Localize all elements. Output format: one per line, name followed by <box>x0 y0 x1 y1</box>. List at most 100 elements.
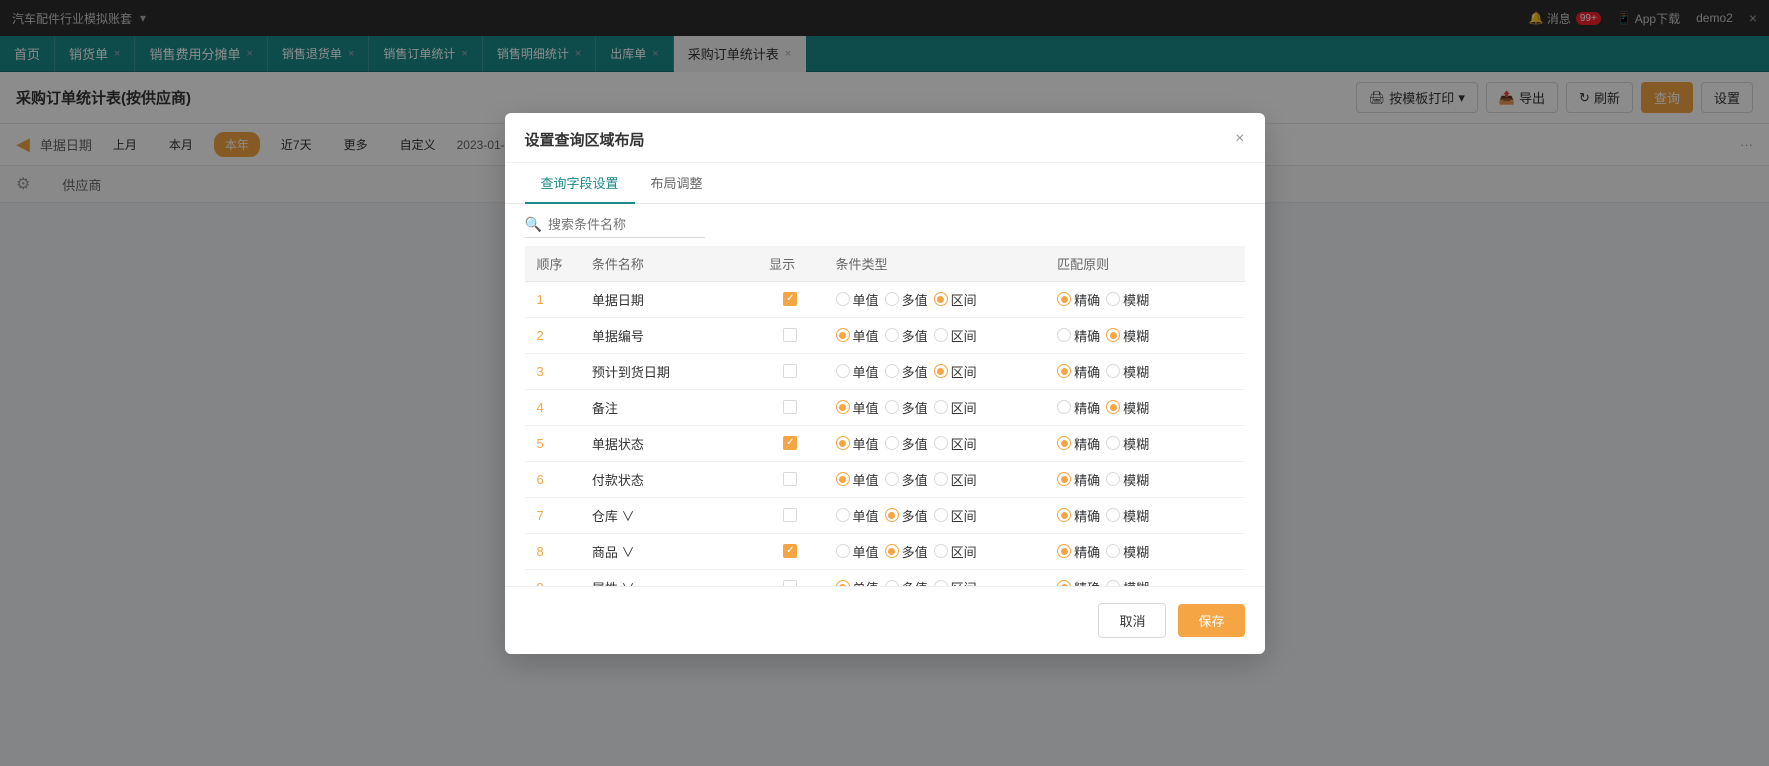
radio-type-type_multi[interactable]: 多值 <box>885 290 928 309</box>
radio-type-type_multi[interactable]: 多值 <box>885 470 928 489</box>
radio-match-match_exact[interactable]: 精确 <box>1057 362 1100 381</box>
radio-type-type_single[interactable]: 单值 <box>836 398 879 417</box>
row-display[interactable] <box>757 353 823 389</box>
dialog-close-button[interactable]: × <box>1235 130 1244 148</box>
radio-type-type_multi[interactable]: 多值 <box>885 506 928 525</box>
radio-type-type_multi[interactable]: 多值 <box>885 434 928 453</box>
radio-match-match_exact[interactable]: 精确 <box>1057 434 1100 453</box>
row-order: 3 <box>525 353 580 389</box>
row-type[interactable]: 单值多值区间 <box>824 497 1046 533</box>
row-match[interactable]: 精确模糊 <box>1045 533 1244 569</box>
row-type[interactable]: 单值多值区间 <box>824 461 1046 497</box>
radio-match-match_exact[interactable]: 精确 <box>1057 578 1100 586</box>
radio-match-match_fuzzy[interactable]: 模糊 <box>1106 434 1149 453</box>
th-name: 条件名称 <box>580 246 757 282</box>
radio-match-match_fuzzy[interactable]: 模糊 <box>1106 506 1149 525</box>
row-type[interactable]: 单值多值区间 <box>824 425 1046 461</box>
radio-type-type_range[interactable]: 区间 <box>934 398 977 417</box>
tab-layout-adjust[interactable]: 布局调整 <box>635 163 719 204</box>
display-checkbox[interactable] <box>783 364 797 378</box>
table-row: 5单据状态单值多值区间精确模糊 <box>525 425 1245 461</box>
radio-type-type_multi[interactable]: 多值 <box>885 398 928 417</box>
row-display[interactable] <box>757 317 823 353</box>
radio-type-type_range[interactable]: 区间 <box>934 434 977 453</box>
radio-match-match_exact[interactable]: 精确 <box>1057 542 1100 561</box>
row-type[interactable]: 单值多值区间 <box>824 389 1046 425</box>
radio-match-match_fuzzy[interactable]: 模糊 <box>1106 362 1149 381</box>
radio-type-type_single[interactable]: 单值 <box>836 326 879 345</box>
row-match[interactable]: 精确模糊 <box>1045 425 1244 461</box>
radio-match-match_fuzzy[interactable]: 模糊 <box>1106 398 1149 417</box>
row-display[interactable] <box>757 533 823 569</box>
config-table: 顺序 条件名称 显示 条件类型 匹配原则 1单据日期单值多值区间精确模糊2单据编… <box>525 246 1245 586</box>
row-display[interactable] <box>757 281 823 317</box>
display-checkbox[interactable] <box>783 292 797 306</box>
radio-type-type_single[interactable]: 单值 <box>836 434 879 453</box>
display-checkbox[interactable] <box>783 436 797 450</box>
radio-type-type_single[interactable]: 单值 <box>836 470 879 489</box>
display-checkbox[interactable] <box>783 328 797 342</box>
radio-match-match_exact[interactable]: 精确 <box>1057 470 1100 489</box>
row-type[interactable]: 单值多值区间 <box>824 353 1046 389</box>
row-match[interactable]: 精确模糊 <box>1045 281 1244 317</box>
cancel-button[interactable]: 取消 <box>1098 603 1166 638</box>
row-type[interactable]: 单值多值区间 <box>824 533 1046 569</box>
table-row: 2单据编号单值多值区间精确模糊 <box>525 317 1245 353</box>
row-name: 单据状态 <box>580 425 757 461</box>
dialog-search: 🔍 <box>505 204 1265 246</box>
row-display[interactable] <box>757 461 823 497</box>
row-display[interactable] <box>757 569 823 586</box>
radio-match-match_exact[interactable]: 精确 <box>1057 506 1100 525</box>
radio-match-match_fuzzy[interactable]: 模糊 <box>1106 578 1149 586</box>
radio-type-type_multi[interactable]: 多值 <box>885 326 928 345</box>
radio-match-match_exact[interactable]: 精确 <box>1057 398 1100 417</box>
radio-type-type_range[interactable]: 区间 <box>934 326 977 345</box>
row-type[interactable]: 单值多值区间 <box>824 281 1046 317</box>
dialog-title: 设置查询区域布局 <box>525 129 645 150</box>
tab-field-settings[interactable]: 查询字段设置 <box>525 163 635 204</box>
row-display[interactable] <box>757 497 823 533</box>
row-match[interactable]: 精确模糊 <box>1045 317 1244 353</box>
search-input[interactable] <box>548 217 705 232</box>
radio-type-type_range[interactable]: 区间 <box>934 542 977 561</box>
radio-match-match_fuzzy[interactable]: 模糊 <box>1106 326 1149 345</box>
dialog: 设置查询区域布局 × 查询字段设置 布局调整 🔍 顺序 <box>505 113 1265 654</box>
radio-type-type_multi[interactable]: 多值 <box>885 578 928 586</box>
display-checkbox[interactable] <box>783 400 797 414</box>
radio-type-type_single[interactable]: 单值 <box>836 362 879 381</box>
row-match[interactable]: 精确模糊 <box>1045 497 1244 533</box>
radio-type-type_multi[interactable]: 多值 <box>885 362 928 381</box>
radio-type-type_single[interactable]: 单值 <box>836 542 879 561</box>
radio-match-match_fuzzy[interactable]: 模糊 <box>1106 542 1149 561</box>
radio-type-type_range[interactable]: 区间 <box>934 506 977 525</box>
radio-type-type_range[interactable]: 区间 <box>934 362 977 381</box>
display-checkbox[interactable] <box>783 472 797 486</box>
row-name: 单据编号 <box>580 317 757 353</box>
radio-type-type_single[interactable]: 单值 <box>836 290 879 309</box>
row-match[interactable]: 精确模糊 <box>1045 389 1244 425</box>
radio-type-type_single[interactable]: 单值 <box>836 578 879 586</box>
radio-match-match_exact[interactable]: 精确 <box>1057 290 1100 309</box>
radio-match-match_exact[interactable]: 精确 <box>1057 326 1100 345</box>
display-checkbox[interactable] <box>783 544 797 558</box>
save-button[interactable]: 保存 <box>1178 604 1244 637</box>
row-match[interactable]: 精确模糊 <box>1045 353 1244 389</box>
row-order: 5 <box>525 425 580 461</box>
row-type[interactable]: 单值多值区间 <box>824 569 1046 586</box>
radio-type-type_multi[interactable]: 多值 <box>885 542 928 561</box>
radio-type-type_single[interactable]: 单值 <box>836 506 879 525</box>
row-display[interactable] <box>757 425 823 461</box>
row-match[interactable]: 精确模糊 <box>1045 461 1244 497</box>
th-display: 显示 <box>757 246 823 282</box>
radio-match-match_fuzzy[interactable]: 模糊 <box>1106 290 1149 309</box>
radio-type-type_range[interactable]: 区间 <box>934 578 977 586</box>
radio-type-type_range[interactable]: 区间 <box>934 470 977 489</box>
row-type[interactable]: 单值多值区间 <box>824 317 1046 353</box>
row-order: 7 <box>525 497 580 533</box>
radio-type-type_range[interactable]: 区间 <box>934 290 977 309</box>
row-display[interactable] <box>757 389 823 425</box>
dialog-tabs: 查询字段设置 布局调整 <box>505 163 1265 204</box>
display-checkbox[interactable] <box>783 508 797 522</box>
row-match[interactable]: 精确模糊 <box>1045 569 1244 586</box>
radio-match-match_fuzzy[interactable]: 模糊 <box>1106 470 1149 489</box>
